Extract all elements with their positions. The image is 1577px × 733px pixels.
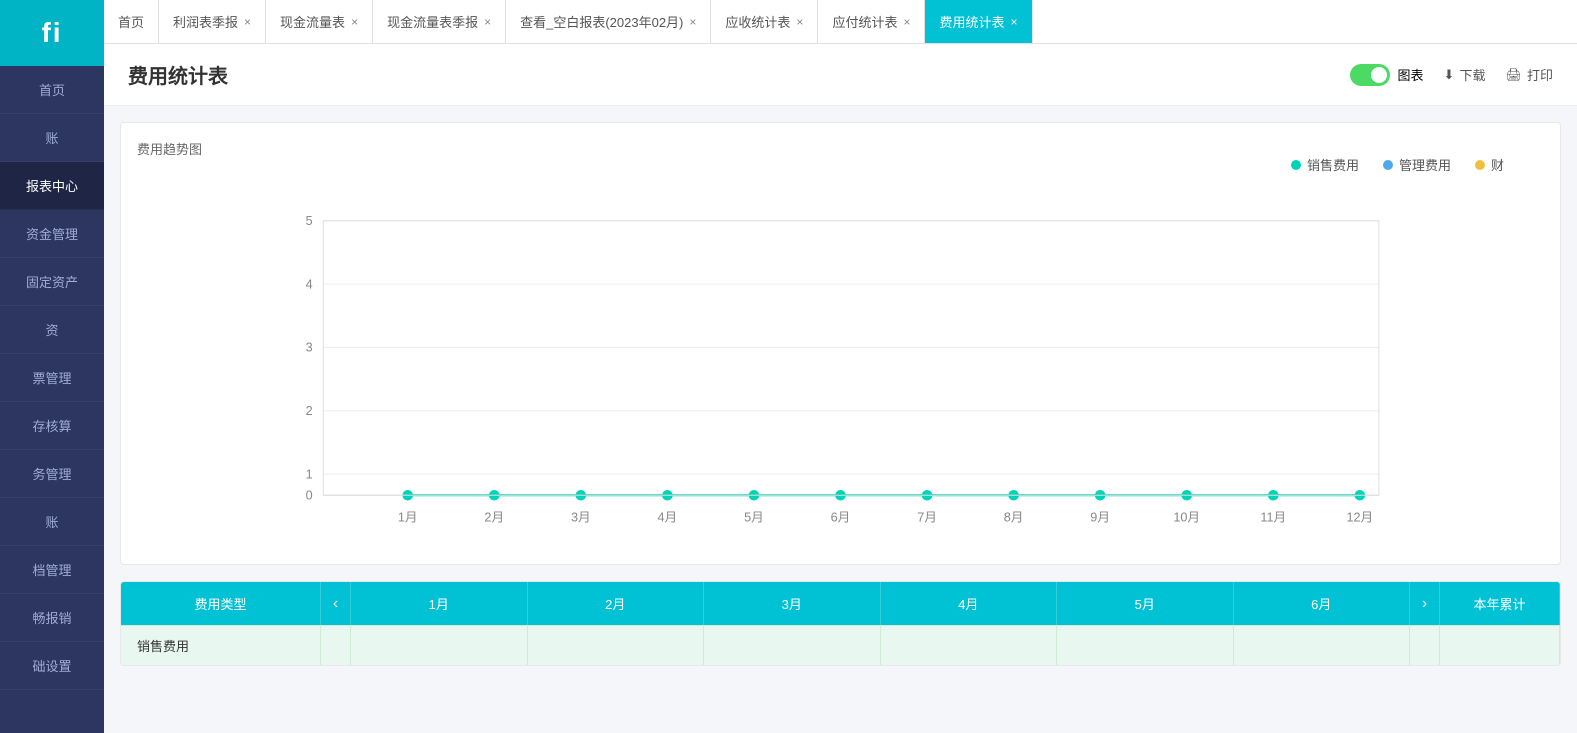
page-header: 费用统计表 图表 ⬇ 下载 🖨 打印 bbox=[104, 44, 1577, 106]
tab-cashflow[interactable]: 现金流量表 × bbox=[266, 0, 373, 43]
sidebar-item-expense[interactable]: 畅报销 bbox=[0, 594, 104, 642]
table-header-row: 费用类型 ‹ 1月 2月 3月 4月 5月 6月 › 本年累计 bbox=[121, 582, 1560, 625]
sidebar-item-service[interactable]: 务管理 bbox=[0, 450, 104, 498]
svg-text:4: 4 bbox=[306, 277, 313, 291]
svg-text:9月: 9月 bbox=[1090, 511, 1110, 525]
col-header-type: 费用类型 bbox=[121, 582, 321, 625]
tab-home[interactable]: 首页 bbox=[104, 0, 159, 43]
sidebar-item-settings[interactable]: 础设置 bbox=[0, 642, 104, 690]
sidebar-item-invoice[interactable]: 票管理 bbox=[0, 354, 104, 402]
print-button[interactable]: 🖨 打印 bbox=[1505, 65, 1553, 84]
svg-text:2月: 2月 bbox=[484, 511, 504, 525]
col-header-m4: 4月 bbox=[881, 582, 1058, 625]
svg-text:4月: 4月 bbox=[658, 511, 678, 525]
sidebar-logo: fi bbox=[0, 0, 104, 66]
svg-text:5月: 5月 bbox=[744, 511, 764, 525]
svg-text:1: 1 bbox=[306, 467, 313, 481]
svg-text:0: 0 bbox=[306, 488, 313, 502]
cell-m4 bbox=[881, 626, 1058, 665]
print-icon: 🖨 bbox=[1505, 67, 1522, 83]
cell-m1 bbox=[351, 626, 528, 665]
page-content: 费用统计表 图表 ⬇ 下载 🖨 打印 费用趋势图 bbox=[104, 44, 1577, 733]
nav-prev-arrow[interactable]: ‹ bbox=[327, 595, 344, 613]
table-row: 销售费用 bbox=[121, 625, 1560, 665]
sidebar-item-home[interactable]: 首页 bbox=[0, 66, 104, 114]
page-title: 费用统计表 bbox=[128, 60, 228, 89]
sidebar-item-fund[interactable]: 资金管理 bbox=[0, 210, 104, 258]
col-header-m3: 3月 bbox=[704, 582, 881, 625]
sidebar-item-inventory[interactable]: 存核算 bbox=[0, 402, 104, 450]
chart-toggle-label: 图表 bbox=[1398, 65, 1424, 84]
col-header-nav-next: › bbox=[1410, 582, 1440, 625]
trend-chart: 5 4 3 2 1 0 1月 2月 3月 4月 5月 6月 7月 8月 9月 bbox=[137, 168, 1544, 548]
svg-text:10月: 10月 bbox=[1173, 511, 1200, 525]
tab-cashflow-quarterly[interactable]: 现金流量表季报 × bbox=[373, 0, 506, 43]
cell-m5 bbox=[1057, 626, 1234, 665]
chart-legend: 销售费用 管理费用 财 bbox=[1291, 155, 1504, 174]
svg-text:1月: 1月 bbox=[398, 511, 418, 525]
col-header-m1: 1月 bbox=[351, 582, 528, 625]
legend-admin: 管理费用 bbox=[1383, 155, 1451, 174]
nav-next-arrow[interactable]: › bbox=[1416, 595, 1433, 613]
legend-label-admin: 管理费用 bbox=[1399, 155, 1451, 174]
cell-nav-spacer bbox=[321, 626, 351, 665]
close-icon[interactable]: × bbox=[1010, 15, 1017, 29]
col-header-accum: 本年累计 bbox=[1440, 582, 1560, 625]
close-icon[interactable]: × bbox=[351, 15, 358, 29]
cell-type: 销售费用 bbox=[121, 626, 321, 665]
legend-finance: 财 bbox=[1475, 155, 1504, 174]
svg-text:11月: 11月 bbox=[1260, 511, 1286, 525]
chart-toggle[interactable] bbox=[1350, 64, 1390, 86]
cell-m6 bbox=[1234, 626, 1411, 665]
svg-text:6月: 6月 bbox=[831, 511, 851, 525]
svg-text:7月: 7月 bbox=[917, 511, 937, 525]
tab-blank-report[interactable]: 查看_空白报表(2023年02月) × bbox=[506, 0, 711, 43]
legend-dot-admin bbox=[1383, 160, 1393, 170]
legend-sales: 销售费用 bbox=[1291, 155, 1359, 174]
col-header-m5: 5月 bbox=[1057, 582, 1234, 625]
close-icon[interactable]: × bbox=[796, 15, 803, 29]
sidebar-item-assets[interactable]: 固定资产 bbox=[0, 258, 104, 306]
tab-payable[interactable]: 应付统计表 × bbox=[818, 0, 925, 43]
tab-bar: 首页 利润表季报 × 现金流量表 × 现金流量表季报 × 查看_空白报表(202… bbox=[104, 0, 1577, 44]
svg-text:3月: 3月 bbox=[571, 511, 591, 525]
close-icon[interactable]: × bbox=[244, 15, 251, 29]
chart-toggle-group: 图表 bbox=[1350, 64, 1424, 86]
col-header-m2: 2月 bbox=[528, 582, 705, 625]
main-content: 首页 利润表季报 × 现金流量表 × 现金流量表季报 × 查看_空白报表(202… bbox=[104, 0, 1577, 733]
sidebar-item-archive[interactable]: 档管理 bbox=[0, 546, 104, 594]
svg-text:12月: 12月 bbox=[1346, 511, 1373, 525]
download-icon: ⬇ bbox=[1444, 67, 1455, 83]
cell-nav-spacer2 bbox=[1410, 626, 1440, 665]
cell-m2 bbox=[528, 626, 705, 665]
svg-text:5: 5 bbox=[306, 214, 313, 228]
close-icon[interactable]: × bbox=[689, 15, 696, 29]
svg-text:3: 3 bbox=[306, 341, 313, 355]
legend-dot-sales bbox=[1291, 160, 1301, 170]
tab-receivable[interactable]: 应收统计表 × bbox=[711, 0, 818, 43]
header-actions: 图表 ⬇ 下载 🖨 打印 bbox=[1350, 64, 1553, 86]
close-icon[interactable]: × bbox=[484, 15, 491, 29]
legend-label-sales: 销售费用 bbox=[1307, 155, 1359, 174]
tab-profit-quarterly[interactable]: 利润表季报 × bbox=[159, 0, 266, 43]
col-header-nav-prev: ‹ bbox=[321, 582, 351, 625]
sidebar-item-resource[interactable]: 资 bbox=[0, 306, 104, 354]
close-icon[interactable]: × bbox=[903, 15, 910, 29]
tab-expense-stats[interactable]: 费用统计表 × bbox=[925, 0, 1032, 43]
download-button[interactable]: ⬇ 下载 bbox=[1444, 65, 1486, 84]
sidebar: fi 首页 账 报表中心 资金管理 固定资产 资 票管理 存核算 务管理 账 档… bbox=[0, 0, 104, 733]
col-header-m6: 6月 bbox=[1234, 582, 1411, 625]
legend-label-finance: 财 bbox=[1491, 155, 1504, 174]
cell-m3 bbox=[704, 626, 881, 665]
legend-dot-finance bbox=[1475, 160, 1485, 170]
sidebar-item-ledger[interactable]: 账 bbox=[0, 498, 104, 546]
sidebar-item-account[interactable]: 账 bbox=[0, 114, 104, 162]
svg-text:2: 2 bbox=[306, 404, 313, 418]
expense-table: 费用类型 ‹ 1月 2月 3月 4月 5月 6月 › 本年累计 销售费用 bbox=[120, 581, 1561, 666]
sidebar-item-reports[interactable]: 报表中心 bbox=[0, 162, 104, 210]
chart-container: 费用趋势图 销售费用 管理费用 财 bbox=[120, 122, 1561, 565]
svg-text:8月: 8月 bbox=[1004, 511, 1024, 525]
cell-accum bbox=[1440, 626, 1560, 665]
